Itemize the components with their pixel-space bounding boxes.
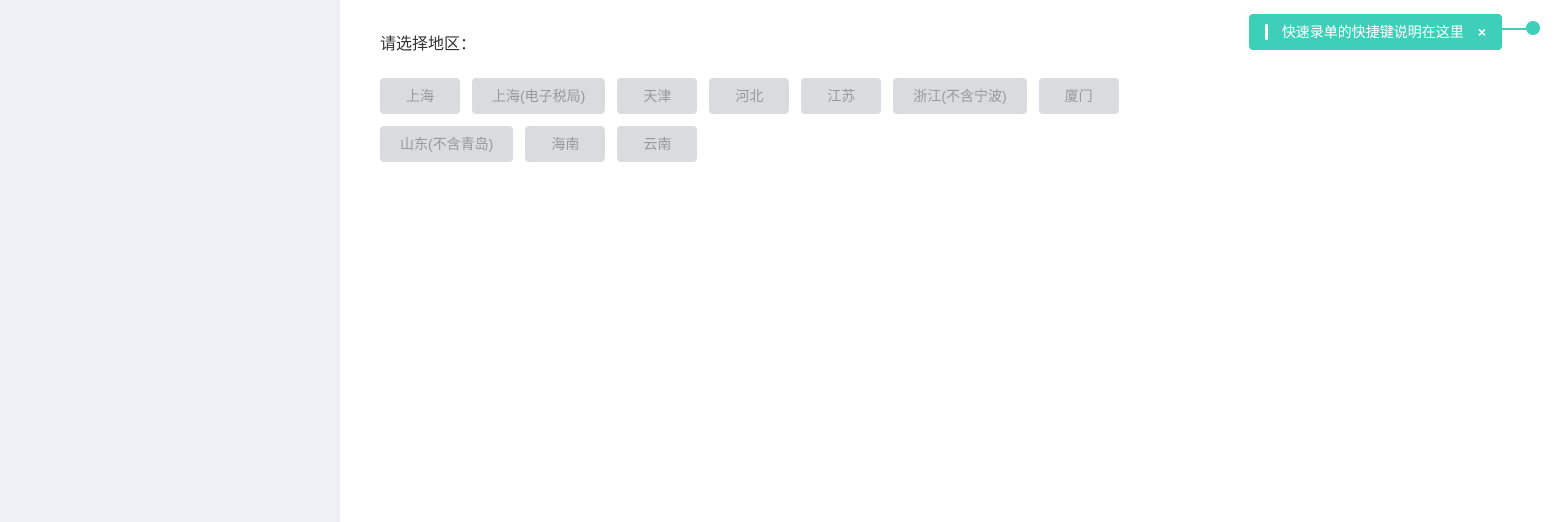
tooltip-bar xyxy=(1265,24,1268,40)
region-row-1: 上海上海(电子税局) 天津河北江苏浙江(不含宁波) 厦门 xyxy=(380,78,1522,114)
region-btn-shandong[interactable]: 山东(不含青岛) xyxy=(380,126,513,162)
region-btn-hebei[interactable]: 河北 xyxy=(709,78,789,114)
region-btn-shanghai[interactable]: 上海 xyxy=(380,78,460,114)
tooltip-close-button[interactable]: × xyxy=(1478,24,1486,40)
region-btn-zhejiang[interactable]: 浙江(不含宁波) xyxy=(893,78,1026,114)
tooltip-dot xyxy=(1526,21,1540,35)
main-content: 请选择地区： 上海上海(电子税局)天津河北江苏浙江(不含宁波)厦门 山东(不含青… xyxy=(340,0,1562,522)
region-btn-tianjin[interactable]: 天津 xyxy=(617,78,697,114)
region-btn-yunnan[interactable]: 云南 xyxy=(617,126,697,162)
left-sidebar xyxy=(0,0,340,522)
region-btn-hainan[interactable]: 海南 xyxy=(525,126,605,162)
region-btn-jiangsu[interactable]: 江苏 xyxy=(801,78,881,114)
tooltip-connector-line xyxy=(1500,28,1526,30)
tooltip-text: 快速录单的快捷键说明在这里 xyxy=(1282,22,1464,42)
tooltip-banner: 快速录单的快捷键说明在这里 × xyxy=(1249,14,1502,50)
region-btn-shanghai-etax[interactable]: 上海(电子税局) xyxy=(472,78,605,114)
region-row-2: 山东(不含青岛) 海南云南 xyxy=(380,126,1522,162)
region-btn-xiamen[interactable]: 厦门 xyxy=(1039,78,1119,114)
